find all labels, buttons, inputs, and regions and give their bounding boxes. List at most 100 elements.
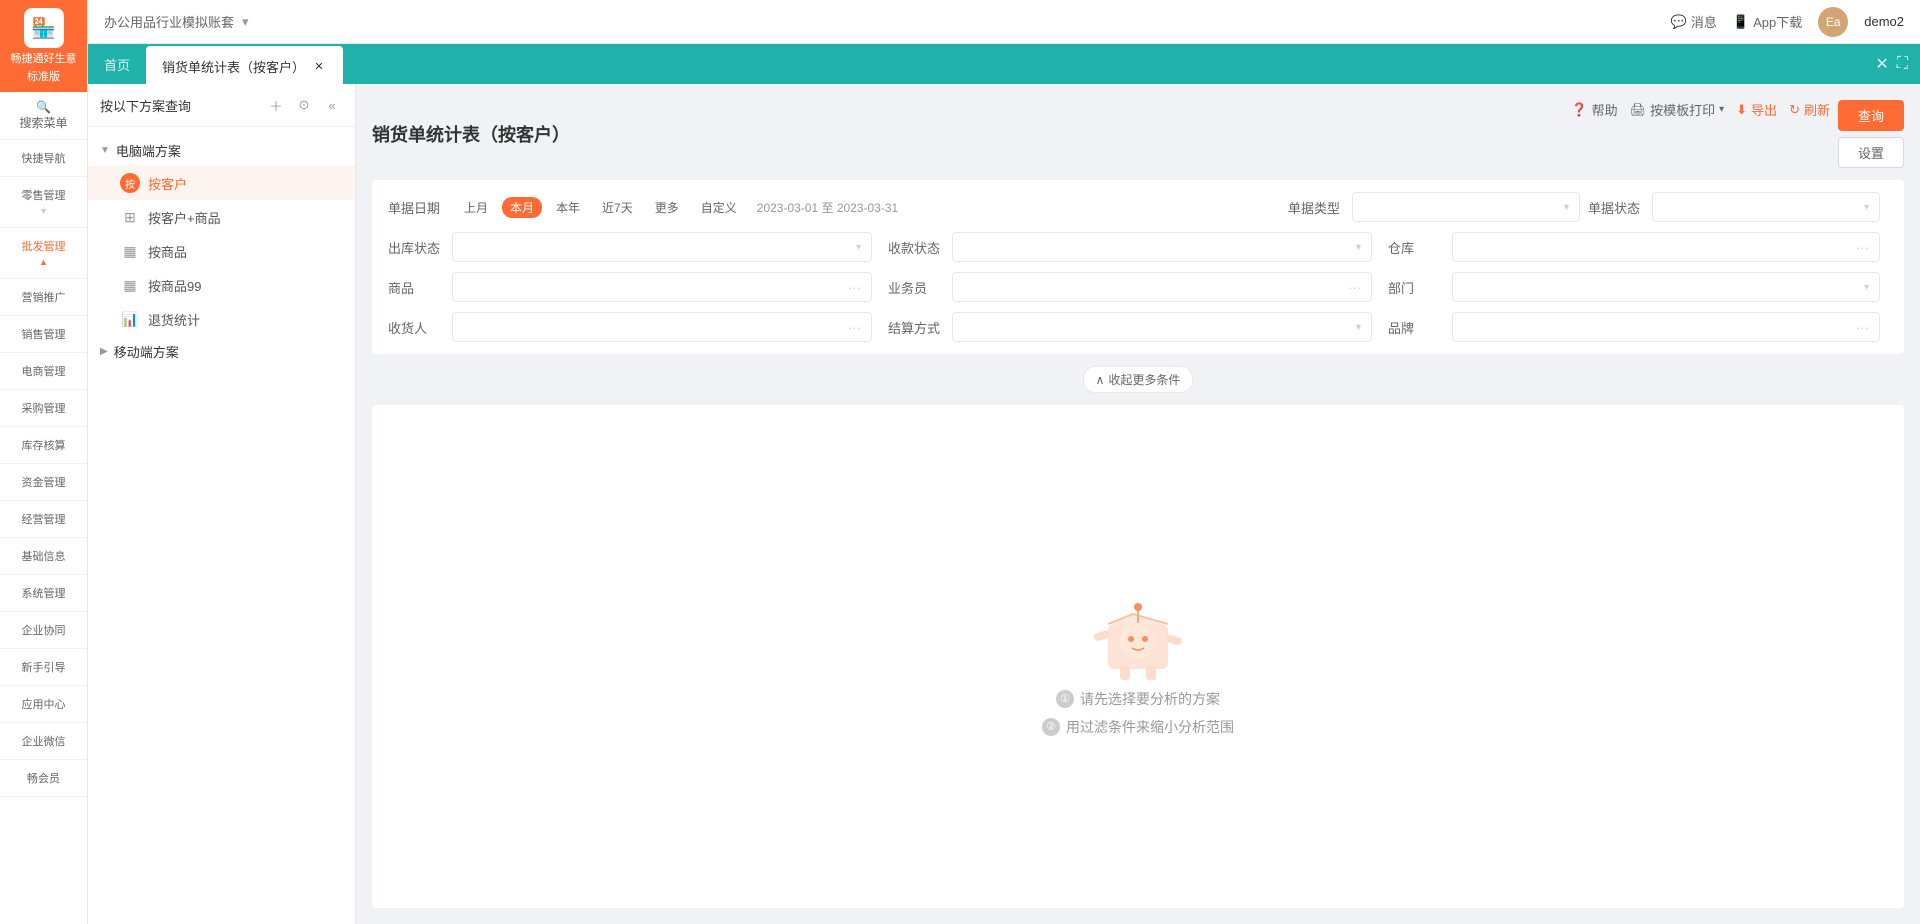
settlement-dropdown[interactable]: ▾ [952, 312, 1372, 342]
sidebar-item-operations[interactable]: 经营管理 [0, 501, 87, 538]
scheme-group-desktop-header[interactable]: ▼ 电脑端方案 [88, 135, 355, 166]
page-content: 按以下方案查询 ＋ ⊙ « ▼ [88, 84, 1920, 924]
status-dropdown-arrow: ▾ [1864, 202, 1869, 213]
dept-label: 部门 [1388, 278, 1448, 297]
scheme-item-by-customer-product[interactable]: ⊞ 按客户+商品 [88, 200, 355, 234]
product-input[interactable]: ··· [452, 272, 872, 302]
app-logo[interactable]: 🏪 畅捷通好生意 标准版 [0, 0, 87, 92]
sidebar-item-marketing[interactable]: 营销推广 [0, 279, 87, 316]
date-tab-custom[interactable]: 自定义 [693, 197, 745, 218]
filter-type: 单据类型 ▾ [1288, 192, 1588, 222]
scheme-settings-btn[interactable]: ⊙ [293, 94, 315, 116]
payment-dropdown-arrow: ▾ [1356, 242, 1361, 253]
scheme-tree: ▼ 电脑端方案 按 按客户 ⊞ 按客户+商品 ▦ 按商品 [88, 127, 355, 924]
template-print-btn[interactable]: 🖨 按模板打印 ▾ [1630, 100, 1725, 119]
dept-dropdown-arrow: ▾ [1864, 282, 1869, 293]
sidebar-search[interactable]: 🔍 搜索菜单 [0, 92, 87, 140]
empty-robot-illustration [1078, 569, 1198, 689]
empty-state: ① 请先选择要分析的方案 ② 用过滤条件来缩小分析范围 [372, 405, 1904, 908]
filter-date: 单据日期 上月 本月 本年 近7天 更多 自定义 2023-03-01 至 20… [388, 197, 898, 218]
header-dropdown-arrow[interactable]: ▾ [242, 14, 249, 30]
scheme-panel: 按以下方案查询 ＋ ⊙ « ▼ [88, 84, 356, 924]
sidebar-item-member[interactable]: 畅会员 [0, 760, 87, 797]
export-icon: ⬇ [1736, 102, 1747, 118]
staff-label: 业务员 [888, 278, 948, 297]
sidebar-item-appcenter[interactable]: 应用中心 [0, 686, 87, 723]
sidebar-item-retail[interactable]: 零售管理 ▼ [0, 177, 87, 228]
main-area: 办公用品行业模拟账套 ▾ 💬 消息 📱 App下载 Ea demo2 首页 销货… [88, 0, 1920, 924]
query-button[interactable]: 查询 [1838, 100, 1904, 131]
scheme-item-by-customer[interactable]: 按 按客户 [88, 166, 355, 200]
tab-close-btn[interactable]: ✕ [311, 58, 327, 74]
date-tab-prev-month[interactable]: 上月 [456, 197, 496, 218]
sidebar-item-basics[interactable]: 基础信息 [0, 538, 87, 575]
tab-close-window-btn[interactable]: ✕ [1875, 54, 1888, 74]
logo-subtitle: 标准版 [27, 68, 60, 84]
shipment-dropdown-arrow: ▾ [856, 242, 861, 253]
app-download-btn[interactable]: 📱 App下载 [1733, 12, 1802, 31]
date-tab-this-month[interactable]: 本月 [502, 197, 542, 218]
scheme-item-by-product[interactable]: ▦ 按商品 [88, 234, 355, 268]
filter-dept: 部门 ▾ [1388, 272, 1888, 302]
tab-sales-stats[interactable]: 销货单统计表（按客户） ✕ [146, 46, 343, 86]
settings-icon: ⊙ [299, 97, 310, 113]
date-tab-last7[interactable]: 近7天 [594, 197, 641, 218]
date-tab-more[interactable]: 更多 [647, 197, 687, 218]
tab-expand-btn[interactable]: ⛶ [1897, 55, 1908, 73]
shipment-dropdown[interactable]: ▾ [452, 232, 872, 262]
filter-row-3: 商品 ··· 业务员 ··· 部门 [388, 272, 1888, 302]
sidebar-item-system[interactable]: 系统管理 [0, 575, 87, 612]
date-tab-this-year[interactable]: 本年 [548, 197, 588, 218]
user-avatar[interactable]: Ea [1818, 7, 1848, 37]
tab-home[interactable]: 首页 [88, 44, 146, 84]
filter-row-2: 出库状态 ▾ 收款状态 ▾ 仓库 [388, 232, 1888, 262]
sidebar-item-wholesale[interactable]: 批发管理 ▲ [0, 228, 87, 279]
scheme-item-by-product-99[interactable]: ▦ 按商品99 [88, 268, 355, 302]
messages-btn[interactable]: 💬 消息 [1671, 12, 1717, 31]
scheme-add-btn[interactable]: ＋ [265, 94, 287, 116]
brand-input[interactable]: ··· [1452, 312, 1880, 342]
sidebar-item-inventory[interactable]: 库存核算 [0, 427, 87, 464]
type-dropdown[interactable]: ▾ [1352, 192, 1580, 222]
sidebar-item-purchase[interactable]: 采购管理 [0, 390, 87, 427]
collapse-btn[interactable]: ∧ 收起更多条件 [1083, 366, 1194, 393]
shipment-label: 出库状态 [388, 238, 448, 257]
settlement-label: 结算方式 [888, 318, 948, 337]
staff-input[interactable]: ··· [952, 272, 1372, 302]
product-dots: ··· [848, 280, 861, 295]
help-btn[interactable]: ❓ 帮助 [1571, 100, 1617, 119]
payment-dropdown[interactable]: ▾ [952, 232, 1372, 262]
sidebar-item-enterprise[interactable]: 企业协同 [0, 612, 87, 649]
staff-dots: ··· [1348, 280, 1361, 295]
scheme-item-returns[interactable]: 📊 退货统计 [88, 302, 355, 336]
sidebar-item-finance[interactable]: 资金管理 [0, 464, 87, 501]
warehouse-input[interactable]: ··· [1452, 232, 1880, 262]
sidebar: 🏪 畅捷通好生意 标准版 🔍 搜索菜单 快捷导航 零售管理 ▼ 批发管理 ▲ 营… [0, 0, 88, 924]
sidebar-item-sales[interactable]: 销售管理 [0, 316, 87, 353]
search-icon: 🔍 [6, 100, 81, 114]
export-btn[interactable]: ⬇ 导出 [1736, 100, 1777, 119]
sidebar-item-ecommerce[interactable]: 电商管理 [0, 353, 87, 390]
filter-product: 商品 ··· [388, 272, 888, 302]
receiver-dots: ··· [848, 320, 861, 335]
sidebar-item-newbie[interactable]: 新手引导 [0, 649, 87, 686]
page-top-actions: ❓ 帮助 🖨 按模板打印 ▾ ⬇ 导出 ↻ [1571, 100, 1904, 168]
sidebar-item-wechat[interactable]: 企业微信 [0, 723, 87, 760]
date-label: 单据日期 [388, 198, 448, 217]
message-icon: 💬 [1671, 14, 1687, 30]
header-left: 办公用品行业模拟账套 ▾ [104, 12, 249, 31]
brand-label: 品牌 [1388, 318, 1448, 337]
filter-shipment: 出库状态 ▾ [388, 232, 888, 262]
scheme-item-icon-by-customer: 按 [120, 173, 140, 193]
refresh-btn[interactable]: ↻ 刷新 [1789, 100, 1830, 119]
receiver-input[interactable]: ··· [452, 312, 872, 342]
status-dropdown[interactable]: ▾ [1652, 192, 1880, 222]
sidebar-item-quick-nav[interactable]: 快捷导航 [0, 140, 87, 177]
scheme-collapse-btn[interactable]: « [321, 94, 343, 116]
filter-settlement: 结算方式 ▾ [888, 312, 1388, 342]
settings-button[interactable]: 设置 [1838, 137, 1904, 168]
scheme-group-mobile-header[interactable]: ▶ 移动端方案 [88, 336, 355, 367]
filter-staff: 业务员 ··· [888, 272, 1388, 302]
dept-dropdown[interactable]: ▾ [1452, 272, 1880, 302]
scheme-item-icon-chart1: ⊞ [120, 207, 140, 227]
